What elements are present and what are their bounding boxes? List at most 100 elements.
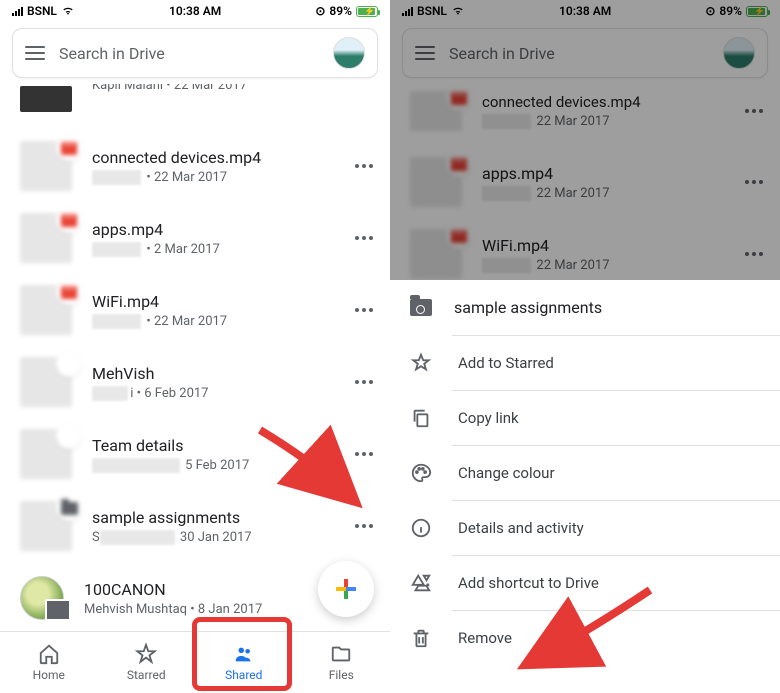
carrier-label: BSNL — [27, 4, 57, 18]
carrier-label: BSNL — [417, 4, 447, 18]
sheet-item-label: Details and activity — [458, 519, 584, 537]
nav-starred[interactable]: Starred — [98, 632, 196, 693]
file-thumbnail — [20, 501, 72, 551]
sheet-item-label: Add shortcut to Drive — [458, 574, 599, 592]
more-button[interactable] — [354, 236, 374, 240]
file-date: 22 Mar 2017 — [154, 170, 227, 185]
file-thumbnail — [20, 357, 72, 407]
file-name: MehVish — [92, 364, 354, 383]
file-thumbnail — [20, 141, 72, 191]
video-icon — [446, 223, 472, 249]
nav-files[interactable]: Files — [293, 632, 391, 693]
nav-label: Shared — [225, 668, 262, 682]
video-icon — [446, 151, 472, 177]
nav-home[interactable]: Home — [0, 632, 98, 693]
signal-icon — [12, 7, 23, 16]
file-thumbnail — [410, 91, 462, 131]
more-button[interactable] — [744, 252, 764, 256]
trash-icon — [410, 627, 432, 649]
more-button[interactable] — [354, 380, 374, 384]
file-row[interactable]: Team details xxxxxxxxxxxxx 5 Feb 2017 — [0, 418, 390, 490]
more-button[interactable] — [744, 180, 764, 184]
alarm-icon: ⊙ — [705, 4, 715, 18]
file-list: Kapil Malani • 22 Mar 2017 connected dev… — [0, 84, 390, 634]
sheet-item-label: Copy link — [458, 409, 519, 427]
folder-icon — [330, 643, 352, 665]
file-name: connected devices.mp4 — [482, 93, 744, 111]
video-icon — [56, 207, 82, 233]
file-row[interactable]: apps.mp4 xxxxxxx 22 Mar 2017 — [390, 146, 780, 218]
battery-pct: 89% — [719, 4, 742, 18]
more-button[interactable] — [744, 109, 764, 113]
people-icon — [233, 643, 255, 665]
file-thumbnail — [20, 429, 72, 479]
file-owner: Mehvish Mushtaq — [84, 602, 187, 617]
file-date: 6 Feb 2017 — [144, 386, 208, 401]
time-label: 10:38 AM — [169, 4, 221, 18]
search-placeholder: Search in Drive — [59, 44, 333, 63]
star-icon — [135, 643, 157, 665]
file-thumbnail — [410, 157, 462, 207]
file-date: 22 Mar 2017 — [536, 186, 609, 201]
sheet-action-remove[interactable]: Remove — [390, 611, 780, 665]
info-icon — [410, 517, 432, 539]
time-label: 10:38 AM — [559, 4, 611, 18]
search-bar[interactable]: Search in Drive — [402, 28, 768, 78]
file-thumbnail — [20, 213, 72, 263]
file-name: sample assignments — [92, 508, 354, 527]
hamburger-icon[interactable] — [25, 46, 45, 60]
more-button[interactable] — [354, 164, 374, 168]
file-row[interactable]: connected devices.mp4 xxxxxxx • 22 Mar 2… — [0, 130, 390, 202]
file-owner: Kapil Malani — [92, 84, 163, 93]
video-icon — [446, 85, 472, 111]
sheet-action-starred[interactable]: Add to Starred — [390, 336, 780, 390]
hamburger-icon[interactable] — [415, 46, 435, 60]
copy-icon — [410, 407, 432, 429]
signal-icon — [402, 7, 413, 16]
sheet-action-change-colour[interactable]: Change colour — [390, 446, 780, 500]
more-button[interactable] — [354, 524, 374, 528]
file-date: 22 Mar 2017 — [154, 314, 227, 329]
file-name: WiFi.mp4 — [92, 292, 354, 311]
file-name: Team details — [92, 436, 354, 455]
folder-icon — [56, 495, 82, 521]
file-date: 8 Jan 2017 — [198, 602, 262, 617]
nav-label: Home — [33, 668, 65, 682]
sheet-action-details[interactable]: Details and activity — [390, 501, 780, 555]
account-avatar[interactable] — [333, 37, 365, 69]
file-row[interactable]: sample assignments Sxxxxxxxxxxx 30 Jan 2… — [0, 490, 390, 562]
file-row[interactable]: WiFi.mp4 xxxxxxx • 22 Mar 2017 — [0, 274, 390, 346]
file-row[interactable]: MehVish xxxxxi • 6 Feb 2017 — [0, 346, 390, 418]
battery-icon: ⚡ — [356, 6, 378, 17]
wifi-icon — [451, 4, 465, 18]
file-thumbnail — [20, 86, 72, 112]
sheet-item-label: Remove — [458, 629, 512, 647]
file-row[interactable]: connected devices.mp4 xxxxxxx 22 Mar 201… — [390, 84, 780, 146]
file-row-cut[interactable]: Kapil Malani • 22 Mar 2017 — [0, 84, 390, 130]
file-date: 22 Mar 2017 — [536, 114, 609, 129]
file-date: 5 Feb 2017 — [185, 458, 249, 473]
nav-shared[interactable]: Shared — [195, 632, 293, 693]
more-button[interactable] — [354, 452, 374, 456]
sheet-header: sample assignments — [390, 280, 780, 335]
plus-icon — [336, 579, 356, 599]
file-row[interactable]: apps.mp4 xxxxxxx • 2 Mar 2017 — [0, 202, 390, 274]
battery-pct: 89% — [329, 4, 352, 18]
alarm-icon: ⊙ — [315, 4, 325, 18]
sheet-action-shortcut[interactable]: Add shortcut to Drive — [390, 556, 780, 610]
sheet-item-label: Add to Starred — [458, 354, 554, 372]
search-bar[interactable]: Search in Drive — [12, 28, 378, 78]
status-bar: BSNL 10:38 AM ⊙ 89% ⚡ — [0, 0, 390, 22]
file-list: connected devices.mp4 xxxxxxx 22 Mar 201… — [390, 84, 780, 290]
video-icon — [56, 135, 82, 161]
bottom-nav: Home Starred Shared Files — [0, 631, 390, 693]
account-avatar[interactable] — [723, 37, 755, 69]
file-thumbnail — [410, 229, 462, 279]
fab-new-button[interactable] — [318, 561, 374, 617]
more-button[interactable] — [354, 308, 374, 312]
sheet-action-copy-link[interactable]: Copy link — [390, 391, 780, 445]
right-screenshot: BSNL 10:38 AM ⊙ 89% ⚡ Search in Drive co… — [390, 0, 780, 693]
file-date: 22 Mar 2017 — [536, 258, 609, 273]
battery-icon: ⚡ — [746, 6, 768, 17]
sheet-item-label: Change colour — [458, 464, 555, 482]
